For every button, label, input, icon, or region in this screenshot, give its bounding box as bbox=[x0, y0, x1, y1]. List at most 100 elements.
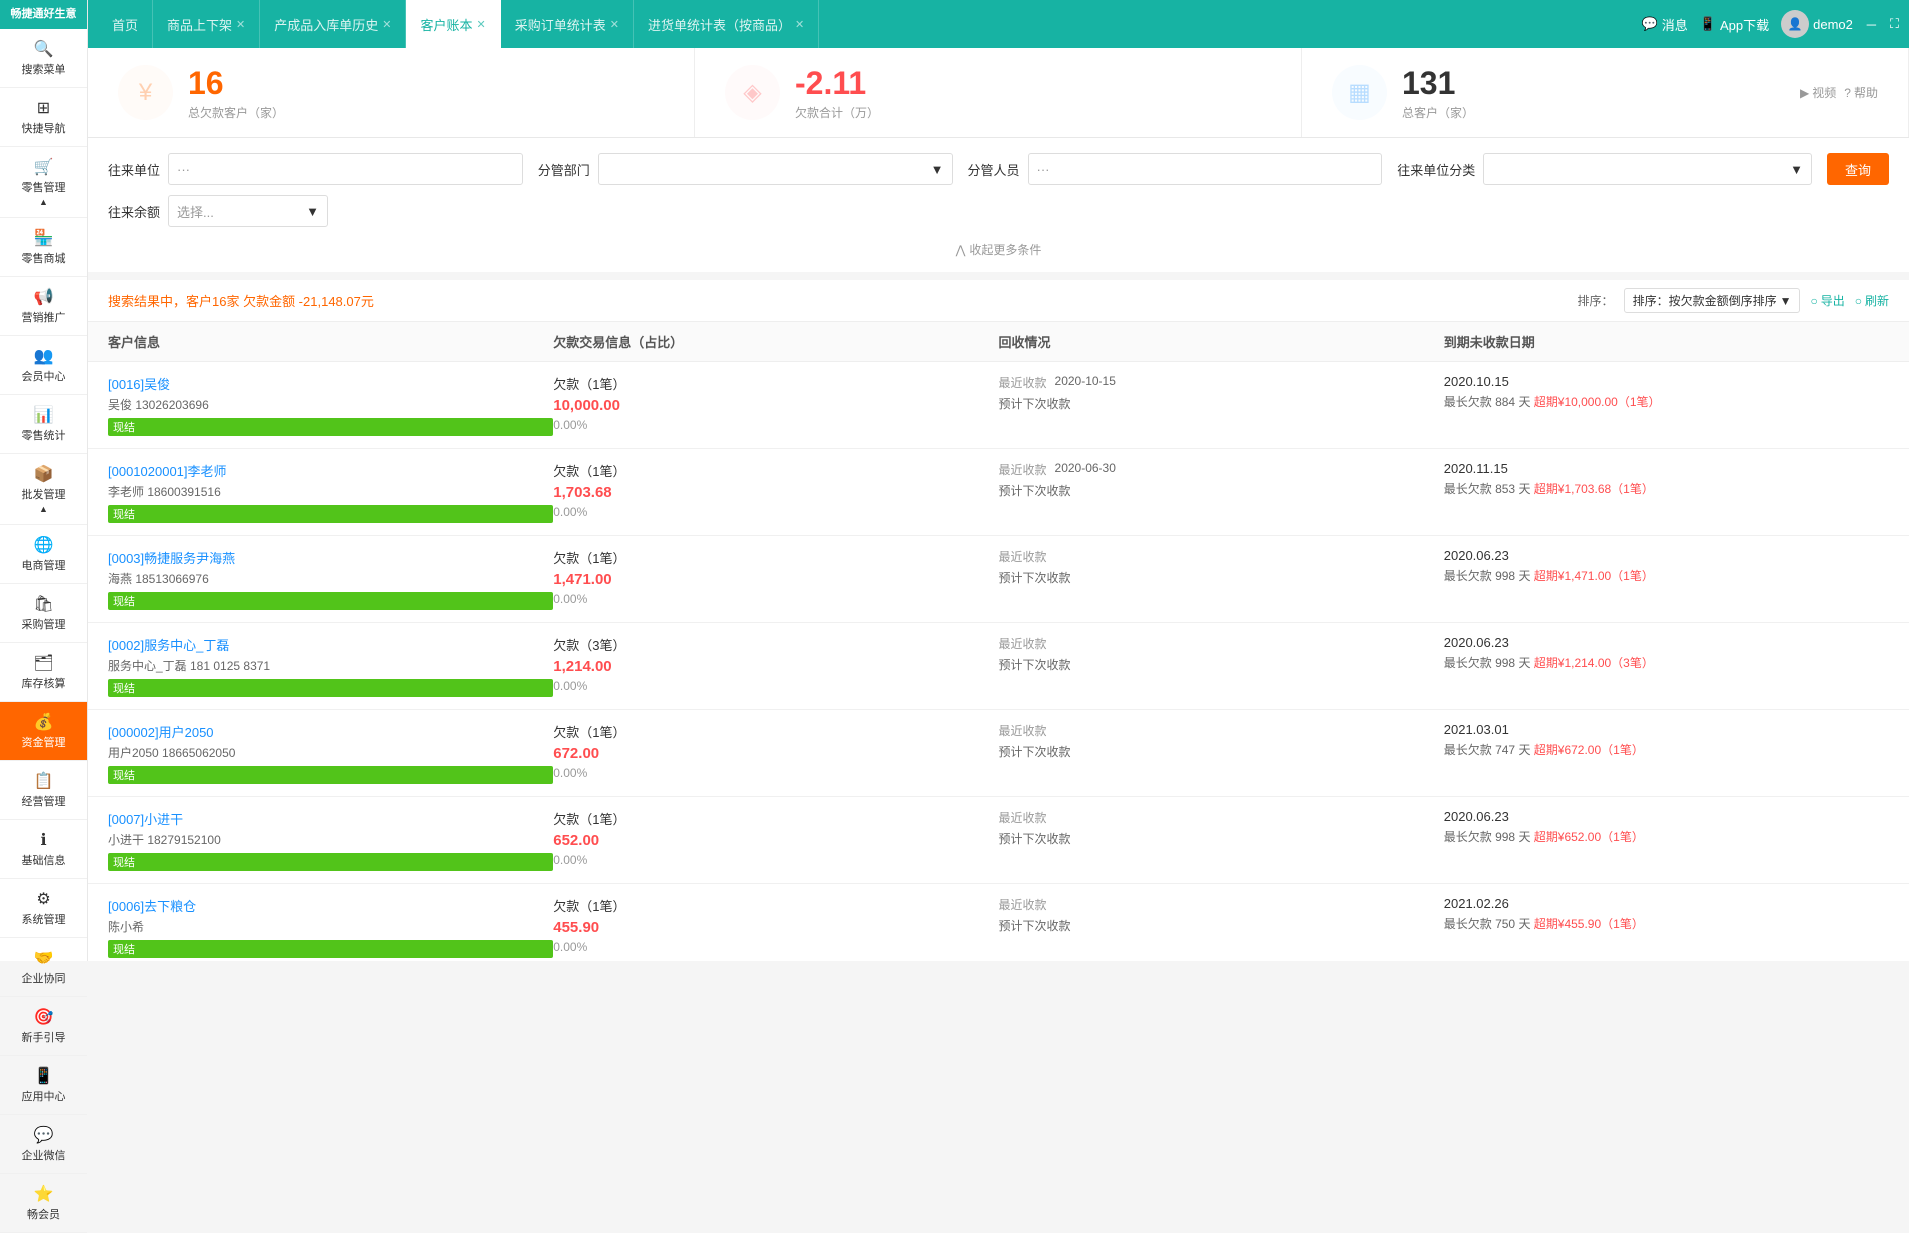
window-minimize[interactable]: － bbox=[1865, 15, 1878, 34]
customer-name-3[interactable]: [0002]服务中心_丁磊 bbox=[108, 635, 553, 654]
sidebar-item-basic_info[interactable]: ℹ 基础信息 bbox=[0, 820, 87, 879]
debt-info-3: 欠款（3笔） 1,214.00 0.00% bbox=[553, 635, 998, 693]
col-header-2: 回收情况 bbox=[999, 332, 1444, 351]
filter-area: 往来单位 ··· 分管部门 ▼ 分管人员 ··· bbox=[88, 138, 1909, 272]
sidebar-item-ecommerce[interactable]: 🌐 电商管理 bbox=[0, 525, 87, 584]
overdue-3[interactable]: 超期¥1,214.00（3笔） bbox=[1534, 656, 1654, 670]
tab-purchase[interactable]: 采购订单统计表✕ bbox=[501, 0, 634, 48]
filter-dept-select[interactable]: ▼ bbox=[598, 153, 953, 185]
sidebar-item-marketing[interactable]: 📢 营销推广 bbox=[0, 277, 87, 336]
tab-close-production[interactable]: ✕ bbox=[382, 18, 391, 31]
debt-amount-6[interactable]: 455.90 bbox=[553, 919, 998, 936]
overdue-0[interactable]: 超期¥10,000.00（1笔） bbox=[1534, 395, 1661, 409]
sidebar-item-nav[interactable]: ⊞ 快捷导航 bbox=[0, 88, 87, 147]
sidebar-item-operations[interactable]: 📋 经营管理 bbox=[0, 761, 87, 820]
recent-payment-6: 最近收款 bbox=[999, 896, 1444, 913]
debt-amount-4[interactable]: 672.00 bbox=[553, 745, 998, 762]
sidebar-item-search[interactable]: 🔍 搜索菜单 bbox=[0, 29, 87, 88]
due-info-3: 2020.06.23 最长欠款 998 天 超期¥1,214.00（3笔） bbox=[1444, 635, 1889, 671]
overdue-4[interactable]: 超期¥672.00（1笔） bbox=[1534, 743, 1644, 757]
sidebar-item-apps[interactable]: 📱 应用中心 bbox=[0, 1056, 87, 1115]
debt-amount-3[interactable]: 1,214.00 bbox=[553, 658, 998, 675]
sidebar-item-retail_mgmt[interactable]: 🛒 零售管理 ▲ bbox=[0, 147, 87, 218]
due-days-4: 最长欠款 747 天 超期¥672.00（1笔） bbox=[1444, 741, 1889, 758]
debt-amount-5[interactable]: 652.00 bbox=[553, 832, 998, 849]
tab-close-purchase[interactable]: ✕ bbox=[610, 18, 619, 31]
help-btn[interactable]: ? 帮助 bbox=[1844, 84, 1878, 101]
customer-info-2: [0003]畅捷服务尹海燕 海燕 18513066976 现结 bbox=[108, 548, 553, 610]
due-days-6: 最长欠款 750 天 超期¥455.90（1笔） bbox=[1444, 915, 1889, 932]
recovery-info-0: 最近收款 2020-10-15 预计下次收款 bbox=[999, 374, 1444, 412]
sidebar-item-wechat[interactable]: 💬 企业微信 bbox=[0, 1115, 87, 1174]
sidebar-item-inventory[interactable]: 🗂 库存核算 bbox=[0, 643, 87, 702]
window-maximize[interactable]: ⛶ bbox=[1890, 16, 1899, 32]
debt-info-6: 欠款（1笔） 455.90 0.00% bbox=[553, 896, 998, 954]
tab-home[interactable]: 首页 bbox=[98, 0, 153, 48]
customer-name-4[interactable]: [000002]用户2050 bbox=[108, 722, 553, 741]
overdue-5[interactable]: 超期¥652.00（1笔） bbox=[1534, 830, 1644, 844]
customer-name-2[interactable]: [0003]畅捷服务尹海燕 bbox=[108, 548, 553, 567]
recovery-info-3: 最近收款 预计下次收款 bbox=[999, 635, 1444, 673]
tab-products[interactable]: 商品上下架✕ bbox=[153, 0, 260, 48]
customer-name-6[interactable]: [0006]去下粮仓 bbox=[108, 896, 553, 915]
customer-name-5[interactable]: [0007]小进干 bbox=[108, 809, 553, 828]
user-menu[interactable]: 👤 demo2 bbox=[1781, 10, 1853, 38]
recent-payment-1: 最近收款 2020-06-30 bbox=[999, 461, 1444, 478]
collapse-btn[interactable]: ⋀ 收起更多条件 bbox=[108, 237, 1889, 262]
debt-amount-2[interactable]: 1,471.00 bbox=[553, 571, 998, 588]
debt-amount-1[interactable]: 1,703.68 bbox=[553, 484, 998, 501]
sidebar-item-batch_mgmt[interactable]: 📦 批发管理 ▲ bbox=[0, 454, 87, 525]
tab-close-customer[interactable]: ✕ bbox=[477, 18, 486, 31]
customer-name-0[interactable]: [0016]吴俊 bbox=[108, 374, 553, 393]
debt-amount-0[interactable]: 10,000.00 bbox=[553, 397, 998, 414]
sidebar-item-finance[interactable]: 💰 资金管理 bbox=[0, 702, 87, 761]
tab-close-products[interactable]: ✕ bbox=[236, 18, 245, 31]
sidebar-item-retail_stats[interactable]: 📊 零售统计 bbox=[0, 395, 87, 454]
tab-production[interactable]: 产成品入库单历史✕ bbox=[260, 0, 406, 48]
debt-count-2: 欠款（1笔） bbox=[553, 548, 998, 567]
video-btn[interactable]: ▶ 视频 bbox=[1800, 84, 1836, 101]
customer-tag-4: 现结 bbox=[108, 766, 553, 784]
tab-customer[interactable]: 客户账本✕ bbox=[406, 0, 500, 48]
customer-phone-0: 吴俊 13026203696 bbox=[108, 396, 553, 413]
tab-close-inventory[interactable]: ✕ bbox=[795, 18, 804, 31]
recent-date-0: 2020-10-15 bbox=[1055, 374, 1116, 391]
overdue-1[interactable]: 超期¥1,703.68（1笔） bbox=[1534, 482, 1654, 496]
due-date-2: 2020.06.23 bbox=[1444, 548, 1889, 563]
batch_mgmt-icon: 📦 bbox=[34, 464, 54, 484]
sidebar-item-retail_mall[interactable]: 🏪 零售商城 bbox=[0, 218, 87, 277]
export-btn[interactable]: ○ 导出 bbox=[1810, 292, 1844, 309]
filter-person-input[interactable]: ··· bbox=[1028, 153, 1383, 185]
sidebar-item-system[interactable]: ⚙ 系统管理 bbox=[0, 879, 87, 938]
col-header-1: 欠款交易信息（占比） bbox=[553, 332, 998, 351]
sidebar-item-enterprise[interactable]: 🤝 企业协同 bbox=[0, 938, 87, 997]
next-label-3: 预计下次收款 bbox=[999, 656, 1071, 673]
tab-inventory[interactable]: 进货单统计表（按商品）✕ bbox=[634, 0, 819, 48]
filter-balance-select[interactable]: 选择... ▼ bbox=[168, 195, 328, 227]
sidebar-item-purchase[interactable]: 🛍 采购管理 bbox=[0, 584, 87, 643]
refresh-btn[interactable]: ○ 刷新 bbox=[1855, 292, 1889, 309]
app-download-btn[interactable]: 📱 App下载 bbox=[1700, 15, 1769, 34]
stats-bar: ¥ 16 总欠款客户（家） ◈ -2.11 欠款合计（万） ▦ 131 总客户（… bbox=[88, 48, 1909, 138]
header: 首页商品上下架✕产成品入库单历史✕客户账本✕采购订单统计表✕进货单统计表（按商品… bbox=[88, 0, 1909, 48]
overdue-2[interactable]: 超期¥1,471.00（1笔） bbox=[1534, 569, 1654, 583]
table-body: [0016]吴俊 吴俊 13026203696 现结 欠款（1笔） 10,000… bbox=[88, 362, 1909, 961]
filter-from-unit-input[interactable]: ··· bbox=[168, 153, 523, 185]
sidebar-item-member[interactable]: 👥 会员中心 bbox=[0, 336, 87, 395]
due-days-1: 最长欠款 853 天 超期¥1,703.68（1笔） bbox=[1444, 480, 1889, 497]
search-button[interactable]: 查询 bbox=[1827, 153, 1889, 185]
refresh-icon: ○ bbox=[1855, 294, 1862, 308]
sidebar-item-vip[interactable]: ⭐ 畅会员 bbox=[0, 1174, 87, 1233]
data-table: 客户信息欠款交易信息（占比）回收情况到期未收款日期 [0016]吴俊 吴俊 13… bbox=[88, 322, 1909, 961]
debt-ratio-5: 0.00% bbox=[553, 853, 998, 867]
overdue-6[interactable]: 超期¥455.90（1笔） bbox=[1534, 917, 1644, 931]
filter-unit-class-select[interactable]: ▼ bbox=[1483, 153, 1812, 185]
stat-owing-label: 总欠款客户（家） bbox=[188, 104, 284, 121]
message-btn[interactable]: 💬 消息 bbox=[1642, 15, 1688, 34]
due-info-5: 2020.06.23 最长欠款 998 天 超期¥652.00（1笔） bbox=[1444, 809, 1889, 845]
sidebar-item-guide[interactable]: 🎯 新手引导 bbox=[0, 997, 87, 1056]
filter-unit-class-label: 往来单位分类 bbox=[1397, 160, 1475, 179]
customer-name-1[interactable]: [0001020001]李老师 bbox=[108, 461, 553, 480]
customer-tag-1: 现结 bbox=[108, 505, 553, 523]
sort-select[interactable]: 排序：按欠款金额倒序排序 ▼ bbox=[1624, 288, 1801, 313]
